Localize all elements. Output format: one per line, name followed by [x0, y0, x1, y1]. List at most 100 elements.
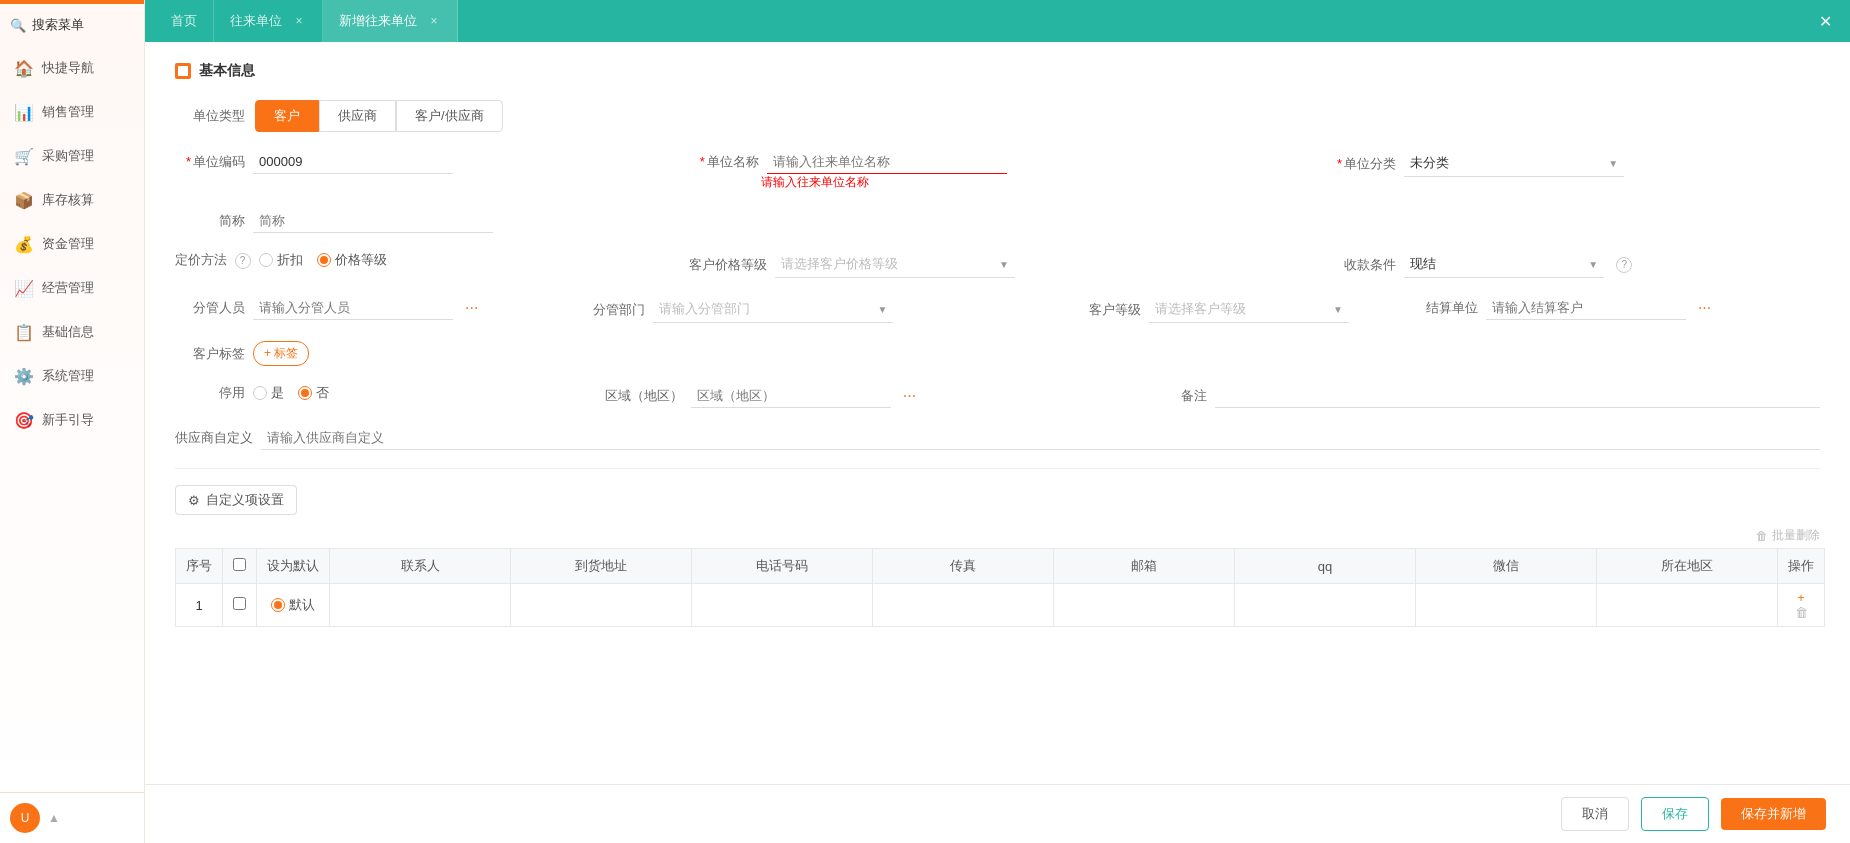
- cell-wechat[interactable]: [1416, 584, 1597, 627]
- short-name-input[interactable]: [253, 209, 493, 233]
- tab-bar: 首页 往来单位 × 新增往来单位 × ✕: [145, 0, 1850, 42]
- unit-category-label: *单位分类: [1326, 155, 1396, 173]
- sidebar-item-inventory[interactable]: 📦 库存核算: [0, 178, 144, 222]
- region-more-icon[interactable]: ···: [899, 387, 920, 405]
- section-title-label: 基本信息: [199, 62, 255, 80]
- window-close-button[interactable]: ✕: [1811, 8, 1840, 35]
- qq-input[interactable]: [1245, 594, 1405, 617]
- sidebar-item-quick-nav[interactable]: 🏠 快捷导航: [0, 46, 144, 90]
- cell-contact[interactable]: [330, 584, 511, 627]
- tab-home[interactable]: 首页: [155, 0, 214, 42]
- table-row: 1 默认: [176, 584, 1825, 627]
- select-all-checkbox[interactable]: [233, 558, 246, 571]
- payment-terms-select[interactable]: 现结 ▼: [1404, 251, 1604, 278]
- unit-code-label: *单位编码: [175, 153, 245, 171]
- short-name-label: 简称: [175, 212, 245, 230]
- supplier-custom-row: 供应商自定义: [175, 426, 1820, 450]
- no-radio-circle: [298, 386, 312, 400]
- user-avatar[interactable]: U: [10, 803, 40, 833]
- save-button[interactable]: 保存: [1641, 797, 1709, 831]
- cell-phone[interactable]: [692, 584, 873, 627]
- phone-input[interactable]: [702, 594, 862, 617]
- short-name-row: 简称: [175, 209, 1820, 233]
- col-contact: 联系人: [330, 549, 511, 584]
- customer-price-level-select[interactable]: 请选择客户价格等级 ▼: [775, 251, 1015, 278]
- add-tag-button[interactable]: + 标签: [253, 341, 309, 366]
- disabled-radio-yes[interactable]: 是: [253, 384, 284, 402]
- col-checkbox[interactable]: [223, 549, 257, 584]
- tab-new-partner[interactable]: 新增往来单位 ×: [323, 0, 458, 42]
- sidebar-item-operations[interactable]: 📈 经营管理: [0, 266, 144, 310]
- cell-region[interactable]: [1597, 584, 1778, 627]
- pricing-radio-discount[interactable]: 折扣: [259, 251, 303, 269]
- fax-input[interactable]: [883, 594, 1043, 617]
- cell-fax[interactable]: [873, 584, 1054, 627]
- sidebar-item-label: 快捷导航: [42, 59, 94, 77]
- cell-checkbox[interactable]: [223, 584, 257, 627]
- wechat-input[interactable]: [1426, 594, 1586, 617]
- region-input[interactable]: [691, 384, 891, 408]
- manager-row: 分管人员 ··· 分管部门 请输入分管部门 ▼ 客户等级 请选择客户等级 ▼: [175, 296, 1820, 323]
- level-label: 价格等级: [335, 251, 387, 269]
- payment-help-icon[interactable]: ?: [1616, 257, 1632, 273]
- delete-row-icon[interactable]: 🗑: [1795, 605, 1808, 620]
- add-row-icon[interactable]: +: [1797, 590, 1805, 605]
- type-btn-supplier[interactable]: 供应商: [319, 100, 396, 132]
- sidebar-item-label: 系统管理: [42, 367, 94, 385]
- sidebar-item-sales[interactable]: 📊 销售管理: [0, 90, 144, 134]
- sidebar-item-basic[interactable]: 📋 基础信息: [0, 310, 144, 354]
- custom-settings-button[interactable]: ⚙ 自定义项设置: [175, 485, 297, 515]
- type-btn-customer[interactable]: 客户: [255, 100, 319, 132]
- sidebar: 🔍 搜索菜单 🏠 快捷导航 📊 销售管理 🛒 采购管理 📦 库存核算 💰 资金管…: [0, 0, 145, 843]
- manager-more-icon[interactable]: ···: [461, 299, 482, 317]
- pricing-method-label: 定价方法 ?: [175, 251, 251, 269]
- tab-new-partner-close[interactable]: ×: [427, 14, 441, 28]
- section-divider: [175, 468, 1820, 469]
- sidebar-bottom: U ▲: [0, 792, 144, 843]
- sidebar-item-system[interactable]: ⚙️ 系统管理: [0, 354, 144, 398]
- payment-terms-value: 现结: [1410, 255, 1436, 273]
- manager-input[interactable]: [253, 296, 453, 320]
- svg-rect-0: [178, 66, 188, 76]
- tab-partners-close[interactable]: ×: [292, 14, 306, 28]
- cell-qq[interactable]: [1235, 584, 1416, 627]
- cell-address[interactable]: [511, 584, 692, 627]
- settlement-more-icon[interactable]: ···: [1694, 299, 1715, 317]
- pricing-help-icon[interactable]: ?: [235, 253, 251, 269]
- customer-level-select[interactable]: 请选择客户等级 ▼: [1149, 296, 1349, 323]
- department-select[interactable]: 请输入分管部门 ▼: [653, 296, 893, 323]
- type-btn-both[interactable]: 客户/供应商: [396, 100, 503, 132]
- unit-name-input[interactable]: [767, 150, 1007, 174]
- batch-delete-label[interactable]: 批量删除: [1772, 527, 1820, 544]
- payment-terms-label: 收款条件: [1326, 256, 1396, 274]
- operations-icon: 📈: [14, 278, 34, 298]
- contact-table: 序号 设为默认 联系人 到货地址 电话号码 传真 邮箱 qq 微信 所在地区 操…: [175, 548, 1825, 627]
- search-menu-item[interactable]: 🔍 搜索菜单: [0, 4, 144, 46]
- unit-code-input[interactable]: [253, 150, 453, 174]
- supplier-custom-input[interactable]: [261, 426, 1820, 450]
- manager-field: 分管人员 ···: [175, 296, 555, 320]
- email-input[interactable]: [1064, 594, 1224, 617]
- sidebar-item-guide[interactable]: 🎯 新手引导: [0, 398, 144, 442]
- sidebar-item-finance[interactable]: 💰 资金管理: [0, 222, 144, 266]
- address-input[interactable]: [521, 594, 681, 617]
- sidebar-item-label: 新手引导: [42, 411, 94, 429]
- save-new-button[interactable]: 保存并新增: [1721, 798, 1826, 830]
- table-header-row: 序号 设为默认 联系人 到货地址 电话号码 传真 邮箱 qq 微信 所在地区 操…: [176, 549, 1825, 584]
- tab-partners[interactable]: 往来单位 ×: [214, 0, 323, 42]
- default-radio[interactable]: 默认: [267, 596, 319, 614]
- col-qq: qq: [1235, 549, 1416, 584]
- region-table-input[interactable]: [1607, 594, 1767, 617]
- remark-input[interactable]: [1215, 384, 1820, 408]
- disabled-radio-no[interactable]: 否: [298, 384, 329, 402]
- pricing-radio-level[interactable]: 价格等级: [317, 251, 387, 269]
- row-checkbox[interactable]: [233, 597, 246, 610]
- cancel-button[interactable]: 取消: [1561, 797, 1629, 831]
- remark-label: 备注: [1137, 387, 1207, 405]
- contact-input[interactable]: [340, 594, 500, 617]
- batch-delete-icon: 🗑: [1756, 529, 1768, 543]
- sidebar-item-purchase[interactable]: 🛒 采购管理: [0, 134, 144, 178]
- cell-email[interactable]: [1054, 584, 1235, 627]
- unit-category-select[interactable]: 未分类 ▼: [1404, 150, 1624, 177]
- settlement-unit-input[interactable]: [1486, 296, 1686, 320]
